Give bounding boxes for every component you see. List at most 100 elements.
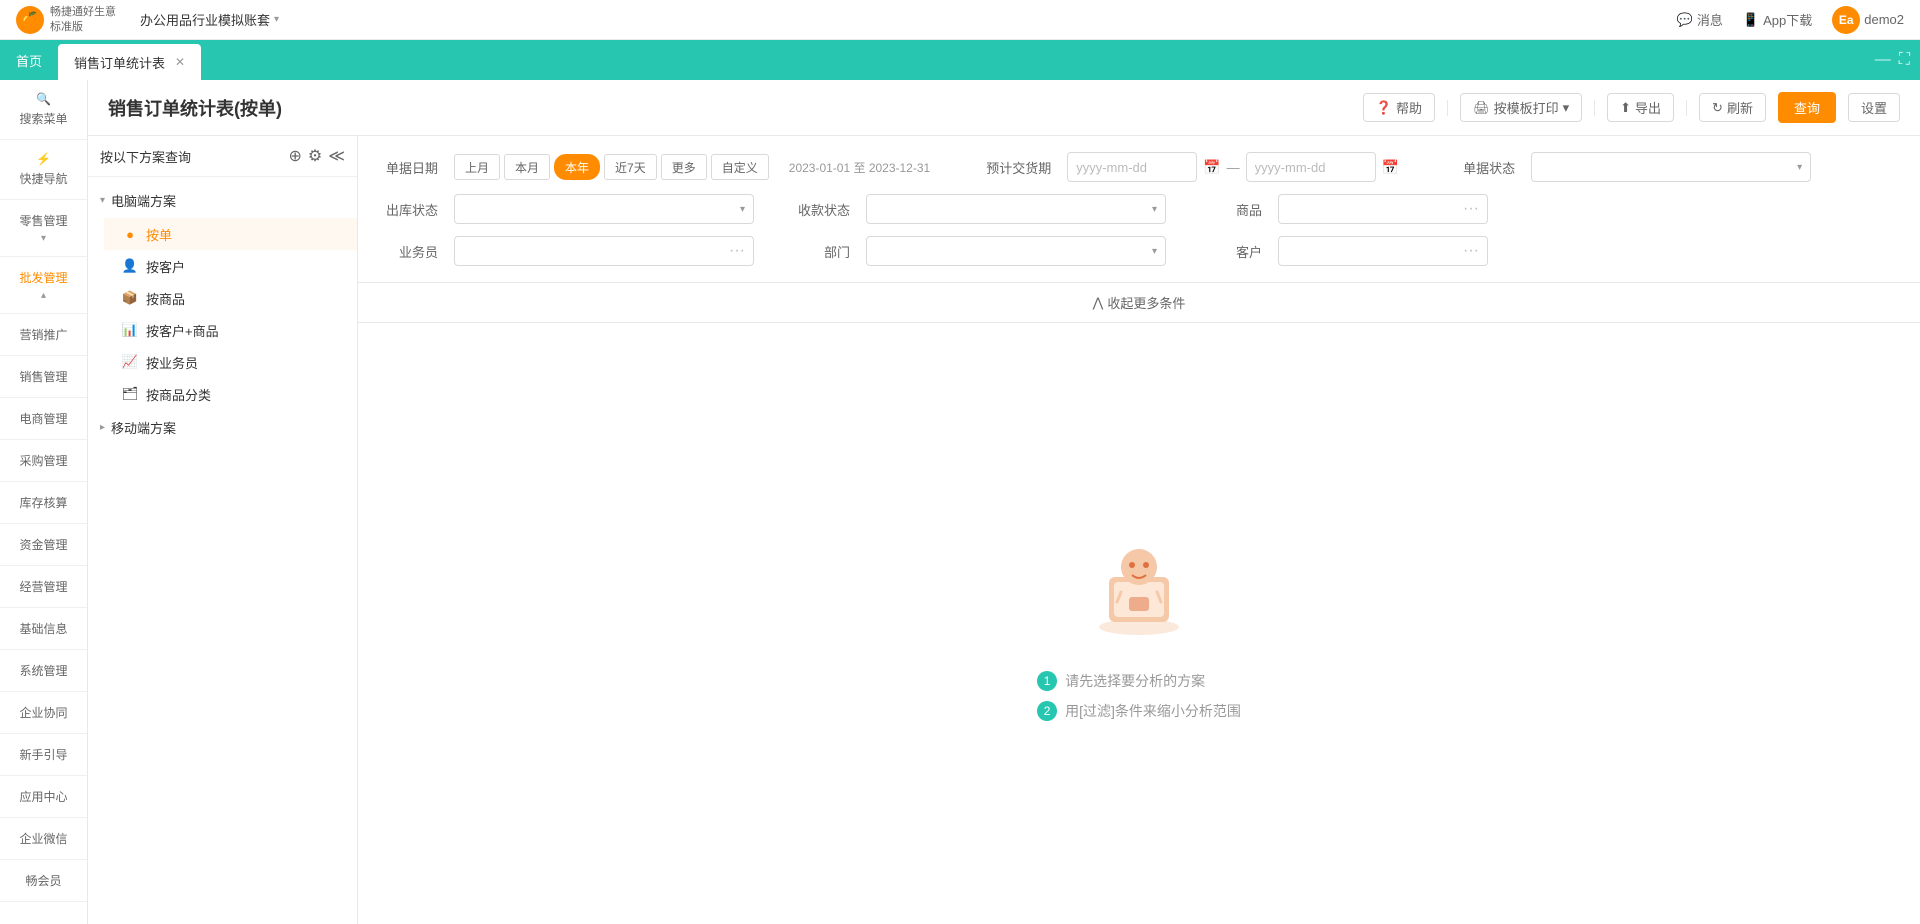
- hint-row-1: 1 请先选择要分析的方案: [1037, 671, 1205, 691]
- tab-sales-stats[interactable]: 销售订单统计表 ✕: [58, 44, 201, 80]
- settings-scheme-icon[interactable]: ⚙: [308, 146, 322, 166]
- status-select-wrapper: ▾: [1531, 152, 1811, 182]
- collapse-panel-icon[interactable]: ≪: [328, 146, 345, 166]
- goods-more-icon[interactable]: ···: [1463, 200, 1479, 218]
- staff-more-icon[interactable]: ···: [729, 242, 745, 260]
- collapse-conditions-bar[interactable]: ⋀ 收起更多条件: [358, 283, 1920, 323]
- date-tag-7days[interactable]: 近7天: [604, 154, 657, 180]
- empty-state: 1 请先选择要分析的方案 2 用[过滤]条件来缩小分析范围: [358, 323, 1920, 924]
- sidebar-quick-nav[interactable]: ⚡ 快捷导航: [0, 140, 87, 200]
- tab-expand-icon[interactable]: ⛶: [1899, 51, 1910, 69]
- query-button[interactable]: 查询: [1778, 92, 1836, 123]
- divider3: [1686, 100, 1687, 116]
- divider: [1447, 100, 1448, 116]
- expand-icon: ▴: [41, 290, 46, 301]
- sidebar-item-wholesale[interactable]: 批发管理 ▴: [0, 257, 87, 314]
- left-panel-actions: ⊕ ⚙ ≪: [289, 146, 346, 166]
- quick-nav-icon: ⚡: [36, 152, 51, 166]
- tree-expand-icon: ▾: [100, 195, 105, 206]
- sidebar-item-retail[interactable]: 零售管理 ▾: [0, 200, 87, 257]
- sidebar-item-wechat[interactable]: 企业微信: [0, 818, 87, 860]
- tree-mobile-parent[interactable]: ▸ 移动端方案: [88, 410, 357, 445]
- hint-number-1: 1: [1037, 671, 1057, 691]
- date-range-expected: 📅 — 📅: [1067, 152, 1399, 182]
- avatar: Ea: [1832, 6, 1860, 34]
- ship-status-select[interactable]: [455, 195, 753, 223]
- sidebar-item-ecom[interactable]: 电商管理: [0, 398, 87, 440]
- date-tag-last-month[interactable]: 上月: [454, 154, 500, 180]
- radio-icon: ●: [120, 224, 140, 244]
- chart-icon: 📈: [120, 352, 140, 372]
- message-button[interactable]: 💬 消息: [1677, 10, 1723, 29]
- sidebar-item-apps[interactable]: 应用中心: [0, 776, 87, 818]
- tab-home[interactable]: 首页: [0, 40, 58, 80]
- sidebar-item-newbie[interactable]: 新手引导: [0, 734, 87, 776]
- print-button[interactable]: 🖨 按模板打印 ▾: [1460, 93, 1582, 122]
- left-panel: 按以下方案查询 ⊕ ⚙ ≪ ▾ 电脑端方案 ● 按单: [88, 136, 358, 924]
- date-to-input[interactable]: [1246, 152, 1376, 182]
- tree-pc-parent[interactable]: ▾ 电脑端方案: [88, 183, 357, 218]
- sidebar-item-system[interactable]: 系统管理: [0, 650, 87, 692]
- date-label: 单据日期: [378, 158, 438, 177]
- settings-button[interactable]: 设置: [1848, 93, 1900, 122]
- sidebar-item-marketing[interactable]: 营销推广: [0, 314, 87, 356]
- top-bar-right: 💬 消息 📱 App下载 Ea demo2: [1677, 6, 1904, 34]
- logo-area: 🍊 畅捷通好生意 标准版: [16, 5, 116, 34]
- scheme-by-product[interactable]: 📦 按商品: [104, 282, 357, 314]
- expected-delivery-label: 预计交货期: [986, 158, 1051, 177]
- refresh-button[interactable]: ↻ 刷新: [1699, 93, 1766, 122]
- calendar-to-icon[interactable]: 📅: [1382, 159, 1399, 176]
- dept-label: 部门: [790, 242, 850, 261]
- date-from-input[interactable]: [1067, 152, 1197, 182]
- sidebar-search[interactable]: 🔍 搜索菜单: [0, 80, 87, 140]
- help-button[interactable]: ❓ 帮助: [1363, 93, 1435, 122]
- tab-bar-actions: — ⛶: [1875, 51, 1910, 69]
- date-tag-this-year[interactable]: 本年: [554, 154, 600, 180]
- customer-input[interactable]: [1287, 240, 1463, 263]
- top-bar: 🍊 畅捷通好生意 标准版 办公用品行业模拟账套 ▾ 💬 消息 📱 App下载 E…: [0, 0, 1920, 40]
- sidebar-item-ops[interactable]: 经营管理: [0, 566, 87, 608]
- top-bar-left: 🍊 畅捷通好生意 标准版 办公用品行业模拟账套 ▾: [16, 5, 279, 34]
- sidebar-item-inventory[interactable]: 库存核算: [0, 482, 87, 524]
- app-selector[interactable]: 办公用品行业模拟账套 ▾: [140, 10, 279, 29]
- date-tag-more[interactable]: 更多: [661, 154, 707, 180]
- filter-row-2: 出库状态 ▾ 收款状态 ▾ 商品 ···: [378, 194, 1900, 224]
- sidebar-item-collab[interactable]: 企业协同: [0, 692, 87, 734]
- sidebar-item-purchase[interactable]: 采购管理: [0, 440, 87, 482]
- status-select[interactable]: [1532, 153, 1810, 181]
- scheme-by-order[interactable]: ● 按单: [104, 218, 357, 250]
- scheme-by-staff[interactable]: 📈 按业务员: [104, 346, 357, 378]
- scheme-by-customer[interactable]: 👤 按客户: [104, 250, 357, 282]
- calendar-from-icon[interactable]: 📅: [1203, 159, 1220, 176]
- goods-input[interactable]: [1287, 198, 1463, 221]
- collapse-text: ⋀ 收起更多条件: [1093, 293, 1186, 312]
- date-tag-this-month[interactable]: 本月: [504, 154, 550, 180]
- chevron-down-icon: ▾: [274, 14, 279, 25]
- tab-bar: 首页 销售订单统计表 ✕ — ⛶: [0, 40, 1920, 80]
- customer-label: 客户: [1202, 242, 1262, 261]
- dept-select[interactable]: [867, 237, 1165, 265]
- page-title: 销售订单统计表(按单): [108, 95, 282, 121]
- logo-text: 畅捷通好生意 标准版: [50, 5, 116, 34]
- empty-hint: 1 请先选择要分析的方案 2 用[过滤]条件来缩小分析范围: [1037, 671, 1241, 721]
- date-tag-custom[interactable]: 自定义: [711, 154, 769, 180]
- sidebar-item-basic[interactable]: 基础信息: [0, 608, 87, 650]
- sidebar-item-finance[interactable]: 资金管理: [0, 524, 87, 566]
- add-scheme-icon[interactable]: ⊕: [289, 146, 302, 166]
- tab-close-icon[interactable]: ✕: [175, 55, 185, 69]
- scheme-by-cust-prod[interactable]: 📊 按客户+商品: [104, 314, 357, 346]
- scheme-by-category[interactable]: 🗂 按商品分类: [104, 378, 357, 410]
- sidebar-item-sales[interactable]: 销售管理: [0, 356, 87, 398]
- main-area: 单据日期 上月 本月 本年 近7天 更多 自定义 2023-01-01 至 20…: [358, 136, 1920, 924]
- page-header: 销售订单统计表(按单) ❓ 帮助 🖨 按模板打印 ▾ ⬆ 导出: [88, 80, 1920, 136]
- pay-status-select[interactable]: [867, 195, 1165, 223]
- people-icon: 👤: [120, 256, 140, 276]
- sidebar-item-member[interactable]: 畅会员: [0, 860, 87, 902]
- collapse-icon: ⋀: [1093, 295, 1104, 311]
- staff-input[interactable]: [463, 240, 729, 263]
- download-button[interactable]: 📱 App下载: [1743, 10, 1812, 29]
- tab-minimize-icon[interactable]: —: [1875, 51, 1891, 69]
- export-button[interactable]: ⬆ 导出: [1607, 93, 1674, 122]
- customer-more-icon[interactable]: ···: [1463, 242, 1479, 260]
- user-area[interactable]: Ea demo2: [1832, 6, 1904, 34]
